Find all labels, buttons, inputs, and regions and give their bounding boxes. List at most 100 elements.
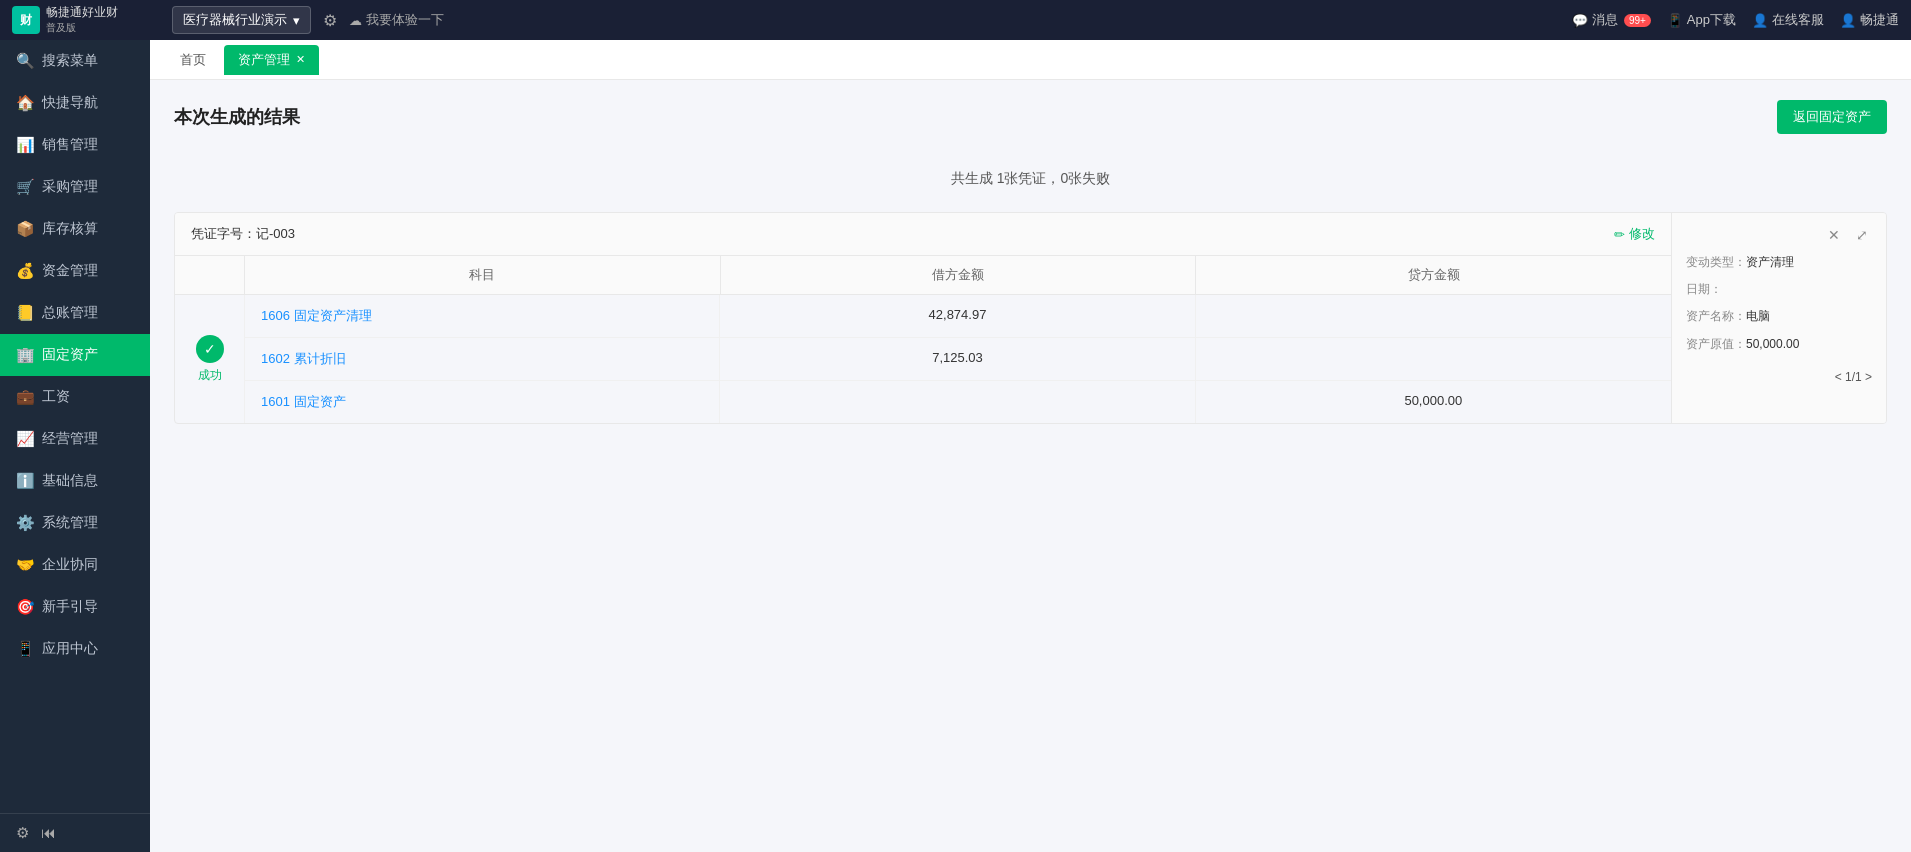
- sidebar-item-sales[interactable]: 📊 销售管理: [0, 124, 150, 166]
- voucher-number-label: 凭证字号：: [191, 226, 256, 241]
- funds-icon: 💰: [16, 262, 34, 280]
- sidebar-item-label: 快捷导航: [42, 94, 98, 112]
- chevron-down-icon: ▾: [293, 13, 300, 28]
- status-success-icon: ✓: [196, 335, 224, 363]
- close-panel-icon[interactable]: ✕: [1824, 225, 1844, 245]
- sidebar-item-label: 应用中心: [42, 640, 98, 658]
- sidebar-item-guide[interactable]: 🎯 新手引导: [0, 586, 150, 628]
- credit-cell: 50,000.00: [1196, 381, 1671, 423]
- sidebar: 🔍 搜索菜单 🏠 快捷导航 📊 销售管理 🛒 采购管理 📦 库存核算 💰: [0, 40, 150, 852]
- inventory-icon: 📦: [16, 220, 34, 238]
- original-value-label: 资产原值：: [1686, 335, 1746, 354]
- message-icon: 💬: [1572, 13, 1588, 28]
- sidebar-item-funds[interactable]: 💰 资金管理: [0, 250, 150, 292]
- app-version: 普及版: [46, 21, 118, 35]
- sidebar-bottom: ⚙ ⏮: [0, 813, 150, 852]
- app-center-icon: 📱: [16, 640, 34, 658]
- messages-badge: 99: [1624, 14, 1651, 27]
- logo-area: 财 畅捷通好业财 普及版: [12, 5, 162, 35]
- tab-close-icon[interactable]: ✕: [296, 54, 305, 65]
- debit-cell: [720, 381, 1195, 423]
- search-icon: 🔍: [16, 52, 34, 70]
- pagination[interactable]: < 1/1 >: [1686, 362, 1872, 388]
- operations-icon: 📈: [16, 430, 34, 448]
- messages-button[interactable]: 💬 消息 99: [1572, 11, 1651, 29]
- table-row: 1606 固定资产清理 42,874.97: [245, 295, 1671, 338]
- home-icon: 🏠: [16, 94, 34, 112]
- enterprise-icon: 🤝: [16, 556, 34, 574]
- guide-icon: 🎯: [16, 598, 34, 616]
- credit-cell: [1196, 295, 1671, 337]
- info-panel: ✕ ⤢ 变动类型： 资产清理 日期： 资产名称： 电脑: [1671, 213, 1886, 423]
- sidebar-item-label: 销售管理: [42, 136, 98, 154]
- tab-label: 资产管理: [238, 51, 290, 69]
- download-icon: 📱: [1667, 13, 1683, 28]
- return-button[interactable]: 返回固定资产: [1777, 100, 1887, 134]
- sidebar-item-system[interactable]: ⚙️ 系统管理: [0, 502, 150, 544]
- table-row: 1602 累计折旧 7,125.03: [245, 338, 1671, 381]
- debit-cell: 42,874.97: [720, 295, 1195, 337]
- sidebar-item-label: 固定资产: [42, 346, 98, 364]
- table-header: 科目 借方金额 贷方金额: [175, 256, 1671, 295]
- sidebar-item-purchase[interactable]: 🛒 采购管理: [0, 166, 150, 208]
- col-subject: 科目: [245, 256, 721, 294]
- basic-info-icon: ℹ️: [16, 472, 34, 490]
- sidebar-item-label: 企业协同: [42, 556, 98, 574]
- sidebar-item-search[interactable]: 🔍 搜索菜单: [0, 40, 150, 82]
- company-name: 医疗器械行业演示: [183, 11, 287, 29]
- sidebar-item-app-center[interactable]: 📱 应用中心: [0, 628, 150, 670]
- experience-label: 我要体验一下: [366, 11, 444, 29]
- tab-asset-management[interactable]: 资产管理 ✕: [224, 45, 319, 75]
- subject-link[interactable]: 1606 固定资产清理: [261, 308, 372, 323]
- sidebar-item-operations[interactable]: 📈 经营管理: [0, 418, 150, 460]
- rows-container: 1606 固定资产清理 42,874.97 1602 累计折旧 7,125.03…: [245, 295, 1671, 423]
- col-debit: 借方金额: [721, 256, 1197, 294]
- header-right: 💬 消息 99 📱 App下载 👤 在线客服 👤 畅捷通: [1572, 11, 1899, 29]
- collapse-icon[interactable]: ⏮: [41, 824, 56, 842]
- sales-icon: 📊: [16, 136, 34, 154]
- date-row: 日期：: [1686, 280, 1872, 299]
- online-service-button[interactable]: 👤 在线客服: [1752, 11, 1824, 29]
- subject-link[interactable]: 1602 累计折旧: [261, 351, 346, 366]
- sidebar-item-basic-info[interactable]: ℹ️ 基础信息: [0, 460, 150, 502]
- company-selector[interactable]: 医疗器械行业演示 ▾: [172, 6, 311, 34]
- user-avatar[interactable]: 👤 畅捷通: [1840, 11, 1899, 29]
- credit-cell: [1196, 338, 1671, 380]
- purchase-icon: 🛒: [16, 178, 34, 196]
- sidebar-item-label: 基础信息: [42, 472, 98, 490]
- sidebar-item-enterprise[interactable]: 🤝 企业协同: [0, 544, 150, 586]
- online-service-label: 在线客服: [1772, 11, 1824, 29]
- app-download-button[interactable]: 📱 App下载: [1667, 11, 1736, 29]
- ledger-icon: 📒: [16, 304, 34, 322]
- settings-icon[interactable]: ⚙: [319, 7, 341, 34]
- sidebar-item-fixed-assets[interactable]: 🏢 固定资产: [0, 334, 150, 376]
- app-name: 畅捷通好业财: [46, 5, 118, 21]
- edit-label: 修改: [1629, 225, 1655, 243]
- sidebar-item-label: 总账管理: [42, 304, 98, 322]
- voucher-table-area: 凭证字号：记-003 ✏ 修改 科目 借方金额 贷方金额: [175, 213, 1671, 423]
- fixed-assets-icon: 🏢: [16, 346, 34, 364]
- sidebar-item-quick-nav[interactable]: 🏠 快捷导航: [0, 82, 150, 124]
- sidebar-item-payroll[interactable]: 💼 工资: [0, 376, 150, 418]
- voucher-number: 凭证字号：记-003: [191, 225, 295, 243]
- voucher-edit-button[interactable]: ✏ 修改: [1614, 225, 1655, 243]
- sidebar-item-label: 搜索菜单: [42, 52, 98, 70]
- experience-button[interactable]: ☁ 我要体验一下: [349, 11, 444, 29]
- page-header: 本次生成的结果 返回固定资产: [174, 100, 1887, 134]
- settings-bottom-icon[interactable]: ⚙: [16, 824, 29, 842]
- main-layout: 🔍 搜索菜单 🏠 快捷导航 📊 销售管理 🛒 采购管理 📦 库存核算 💰: [0, 40, 1911, 852]
- panel-controls: ✕ ⤢: [1686, 225, 1872, 245]
- cloud-icon: ☁: [349, 13, 362, 28]
- subject-cell: 1606 固定资产清理: [245, 295, 720, 337]
- table-body: ✓ 成功 1606 固定资产清理 42,874.97 1602 累计折旧: [175, 295, 1671, 423]
- avatar-icon: 👤: [1840, 13, 1856, 28]
- subject-link[interactable]: 1601 固定资产: [261, 394, 346, 409]
- sidebar-item-ledger[interactable]: 📒 总账管理: [0, 292, 150, 334]
- tab-home[interactable]: 首页: [166, 43, 220, 77]
- sidebar-item-label: 系统管理: [42, 514, 98, 532]
- system-icon: ⚙️: [16, 514, 34, 532]
- voucher-card: 凭证字号：记-003 ✏ 修改 科目 借方金额 贷方金额: [174, 212, 1887, 424]
- content-area: 首页 资产管理 ✕ 本次生成的结果 返回固定资产 共生成 1张凭证，0张失败: [150, 40, 1911, 852]
- expand-panel-icon[interactable]: ⤢: [1852, 225, 1872, 245]
- sidebar-item-inventory[interactable]: 📦 库存核算: [0, 208, 150, 250]
